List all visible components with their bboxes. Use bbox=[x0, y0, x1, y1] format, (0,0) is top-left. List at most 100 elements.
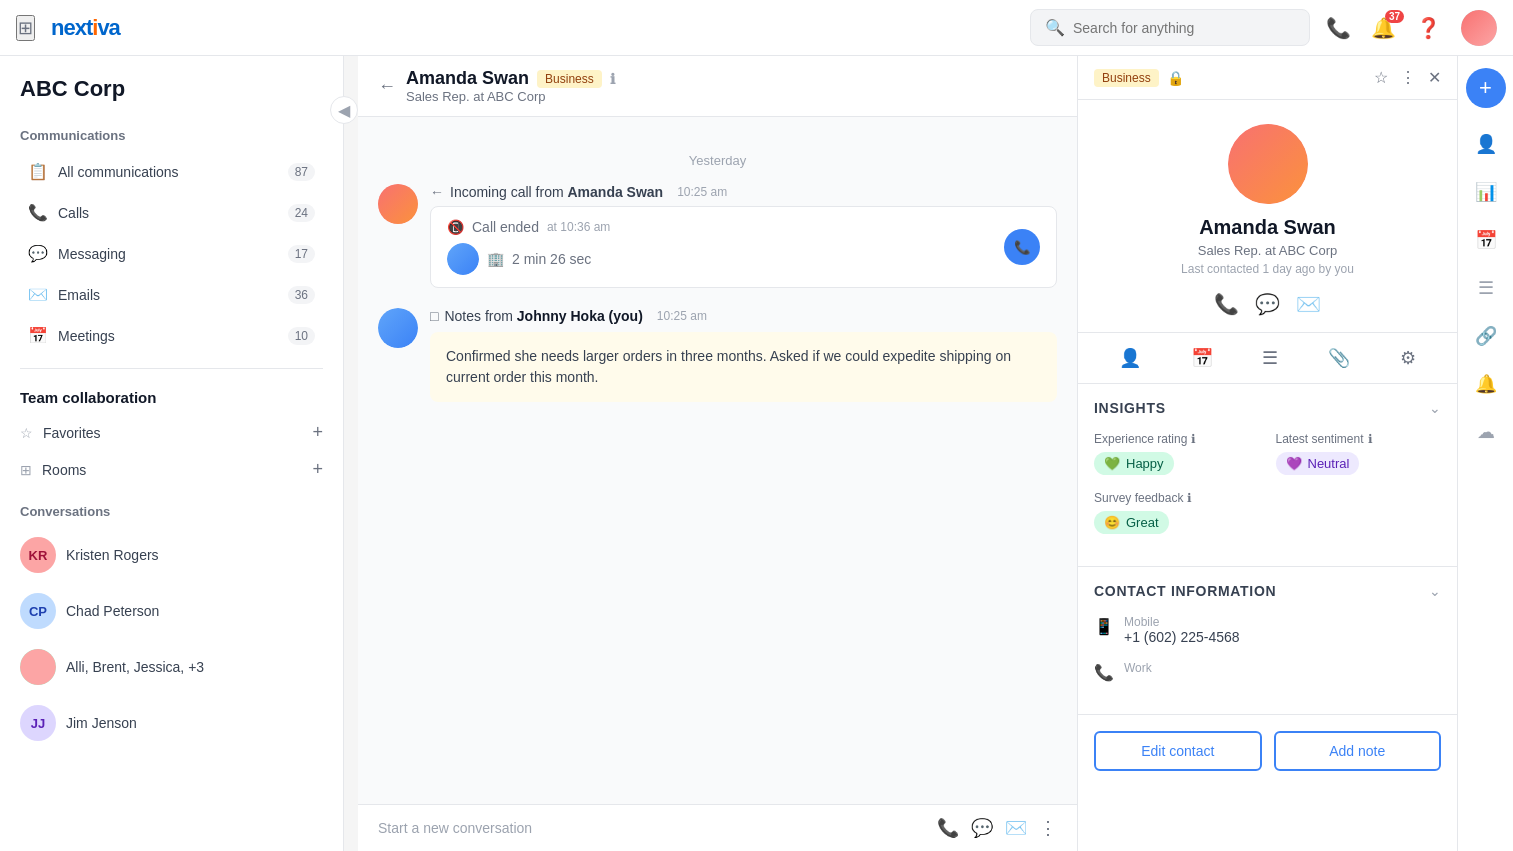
sidebar-item-rooms[interactable]: ⊞ Rooms + bbox=[0, 451, 343, 488]
search-input[interactable] bbox=[1073, 20, 1295, 36]
sidebar-divider bbox=[20, 368, 323, 369]
note-content-wrapper: □ Notes from Johnny Hoka (you) 10:25 am … bbox=[430, 308, 1057, 402]
messaging-label: Messaging bbox=[58, 246, 278, 262]
profile-email-button[interactable]: ✉️ bbox=[1296, 292, 1321, 316]
footer-chat-button[interactable]: 💬 bbox=[971, 817, 993, 839]
far-right-person-icon[interactable]: 👤 bbox=[1466, 124, 1506, 164]
insights-chevron-icon: ⌄ bbox=[1429, 400, 1441, 416]
footer-email-button[interactable]: ✉️ bbox=[1005, 817, 1027, 839]
incoming-arrow-icon: ← bbox=[430, 184, 444, 200]
footer-more-button[interactable]: ⋮ bbox=[1039, 817, 1057, 839]
experience-rating-info-icon[interactable]: ℹ bbox=[1191, 432, 1196, 446]
chat-messages: Yesterday ← Incoming call from Amanda Sw… bbox=[358, 117, 1077, 804]
far-right-link-icon[interactable]: 🔗 bbox=[1466, 316, 1506, 356]
emails-icon: ✉️ bbox=[28, 285, 48, 304]
info-icon[interactable]: ℹ bbox=[610, 71, 615, 87]
tab-calendar[interactable]: 📅 bbox=[1185, 341, 1219, 375]
calls-count: 24 bbox=[288, 204, 315, 222]
rooms-add-button[interactable]: + bbox=[312, 459, 323, 480]
sidebar-item-messaging[interactable]: 💬 Messaging 17 bbox=[8, 234, 335, 273]
emails-count: 36 bbox=[288, 286, 315, 304]
star-icon: ☆ bbox=[20, 425, 33, 441]
sidebar-item-emails[interactable]: ✉️ Emails 36 bbox=[8, 275, 335, 314]
business-badge: Business bbox=[537, 70, 602, 88]
team-collaboration-header: Team collaboration bbox=[0, 381, 343, 414]
favorites-add-button[interactable]: + bbox=[312, 422, 323, 443]
messaging-count: 17 bbox=[288, 245, 315, 263]
work-field: 📞 Work bbox=[1094, 661, 1441, 682]
add-note-button[interactable]: Add note bbox=[1274, 731, 1442, 771]
help-icon[interactable]: ❓ bbox=[1416, 16, 1441, 40]
call-header-row: ← Incoming call from Amanda Swan 10:25 a… bbox=[430, 184, 1057, 200]
panel-more-button[interactable]: ⋮ bbox=[1400, 68, 1416, 87]
panel-star-button[interactable]: ☆ bbox=[1374, 68, 1388, 87]
contact-name-header: Amanda Swan Business ℹ bbox=[406, 68, 1057, 89]
sidebar-item-calls[interactable]: 📞 Calls 24 bbox=[8, 193, 335, 232]
tab-person[interactable]: 👤 bbox=[1113, 341, 1147, 375]
top-navigation: ⊞ nextiva 🔍 📞 🔔 37 ❓ bbox=[0, 0, 1513, 56]
latest-sentiment-badge: 💜 Neutral bbox=[1276, 452, 1360, 475]
phone-icon[interactable]: 📞 bbox=[1326, 16, 1351, 40]
fab-add-button[interactable]: + bbox=[1466, 68, 1506, 108]
logo: nextiva bbox=[51, 15, 120, 41]
survey-feedback-label: Survey feedback ℹ bbox=[1094, 491, 1441, 505]
conversation-kristen-rogers[interactable]: KR Kristen Rogers bbox=[0, 527, 343, 583]
insights-header[interactable]: INSIGHTS ⌄ bbox=[1094, 400, 1441, 416]
sidebar-item-favorites[interactable]: ☆ Favorites + bbox=[0, 414, 343, 451]
conversation-alli-brent-jessica[interactable]: Alli, Brent, Jessica, +3 bbox=[0, 639, 343, 695]
conversation-jim-jenson[interactable]: JJ Jim Jenson bbox=[0, 695, 343, 751]
survey-feedback-badge: 😊 Great bbox=[1094, 511, 1169, 534]
conversation-chad-peterson[interactable]: CP Chad Peterson bbox=[0, 583, 343, 639]
mobile-field: 📱 Mobile +1 (602) 225-4568 bbox=[1094, 615, 1441, 645]
sidebar-header: ABC Corp bbox=[0, 56, 343, 112]
edit-contact-button[interactable]: Edit contact bbox=[1094, 731, 1262, 771]
tab-settings[interactable]: ⚙ bbox=[1394, 341, 1422, 375]
notifications-icon[interactable]: 🔔 37 bbox=[1371, 16, 1396, 40]
panel-close-button[interactable]: ✕ bbox=[1428, 68, 1441, 87]
back-button[interactable]: ← bbox=[378, 76, 396, 97]
lock-icon: 🔒 bbox=[1167, 70, 1184, 86]
experience-rating-item: Experience rating ℹ 💚 Happy bbox=[1094, 432, 1260, 475]
note-from-label: Notes from Johnny Hoka (you) bbox=[444, 308, 642, 324]
call-duration: 2 min 26 sec bbox=[512, 251, 591, 267]
user-avatar[interactable] bbox=[1461, 10, 1497, 46]
jim-jenson-name: Jim Jenson bbox=[66, 715, 137, 731]
profile-chat-button[interactable]: 💬 bbox=[1255, 292, 1280, 316]
contact-header-info: Amanda Swan Business ℹ Sales Rep. at ABC… bbox=[406, 68, 1057, 104]
grid-menu-icon[interactable]: ⊞ bbox=[16, 15, 35, 41]
profile-phone-button[interactable]: 📞 bbox=[1214, 292, 1239, 316]
footer-phone-button[interactable]: 📞 bbox=[937, 817, 959, 839]
call-back-button[interactable]: 📞 bbox=[1004, 229, 1040, 265]
profile-title: Sales Rep. at ABC Corp bbox=[1198, 243, 1337, 258]
conversations-section-label: Conversations bbox=[0, 488, 343, 527]
new-conversation-placeholder: Start a new conversation bbox=[378, 820, 925, 836]
far-right-calendar2-icon[interactable]: 📅 bbox=[1466, 220, 1506, 260]
tab-attachment[interactable]: 📎 bbox=[1322, 341, 1356, 375]
latest-sentiment-item: Latest sentiment ℹ 💜 Neutral bbox=[1276, 432, 1442, 475]
meetings-icon: 📅 bbox=[28, 326, 48, 345]
sidebar-item-meetings[interactable]: 📅 Meetings 10 bbox=[8, 316, 335, 355]
survey-info-icon[interactable]: ℹ bbox=[1187, 491, 1192, 505]
sentiment-info-icon[interactable]: ℹ bbox=[1368, 432, 1373, 446]
chat-area: ← Amanda Swan Business ℹ Sales Rep. at A… bbox=[358, 56, 1077, 851]
sidebar-collapse-button[interactable]: ◀ bbox=[330, 96, 358, 124]
search-bar[interactable]: 🔍 bbox=[1030, 9, 1310, 46]
insights-title: INSIGHTS bbox=[1094, 400, 1166, 416]
building-icon: 🏢 bbox=[487, 251, 504, 267]
right-panel: Business 🔒 ☆ ⋮ ✕ Amanda Swan Sales Rep. … bbox=[1077, 56, 1457, 851]
call-ended-label: Call ended bbox=[472, 219, 539, 235]
far-right-lines-icon[interactable]: ☰ bbox=[1466, 268, 1506, 308]
contact-info-section: CONTACT INFORMATION ⌄ 📱 Mobile +1 (602) … bbox=[1078, 566, 1457, 714]
johnny-avatar-duration bbox=[447, 243, 479, 275]
neutral-heart-icon: 💜 bbox=[1286, 456, 1302, 471]
note-header: □ Notes from Johnny Hoka (you) 10:25 am bbox=[430, 308, 1057, 324]
far-right-cloud-icon[interactable]: ☁ bbox=[1466, 412, 1506, 452]
sidebar-item-all-communications[interactable]: 📋 All communications 87 bbox=[8, 152, 335, 191]
call-ended-row: 📵 Call ended at 10:36 am bbox=[447, 219, 610, 235]
far-right-chart-icon[interactable]: 📊 bbox=[1466, 172, 1506, 212]
tab-list[interactable]: ☰ bbox=[1256, 341, 1284, 375]
far-right-bell-icon[interactable]: 🔔 bbox=[1466, 364, 1506, 404]
account-name: ABC Corp bbox=[20, 76, 323, 102]
call-ended-time: at 10:36 am bbox=[547, 220, 610, 234]
contact-info-header[interactable]: CONTACT INFORMATION ⌄ bbox=[1094, 583, 1441, 599]
